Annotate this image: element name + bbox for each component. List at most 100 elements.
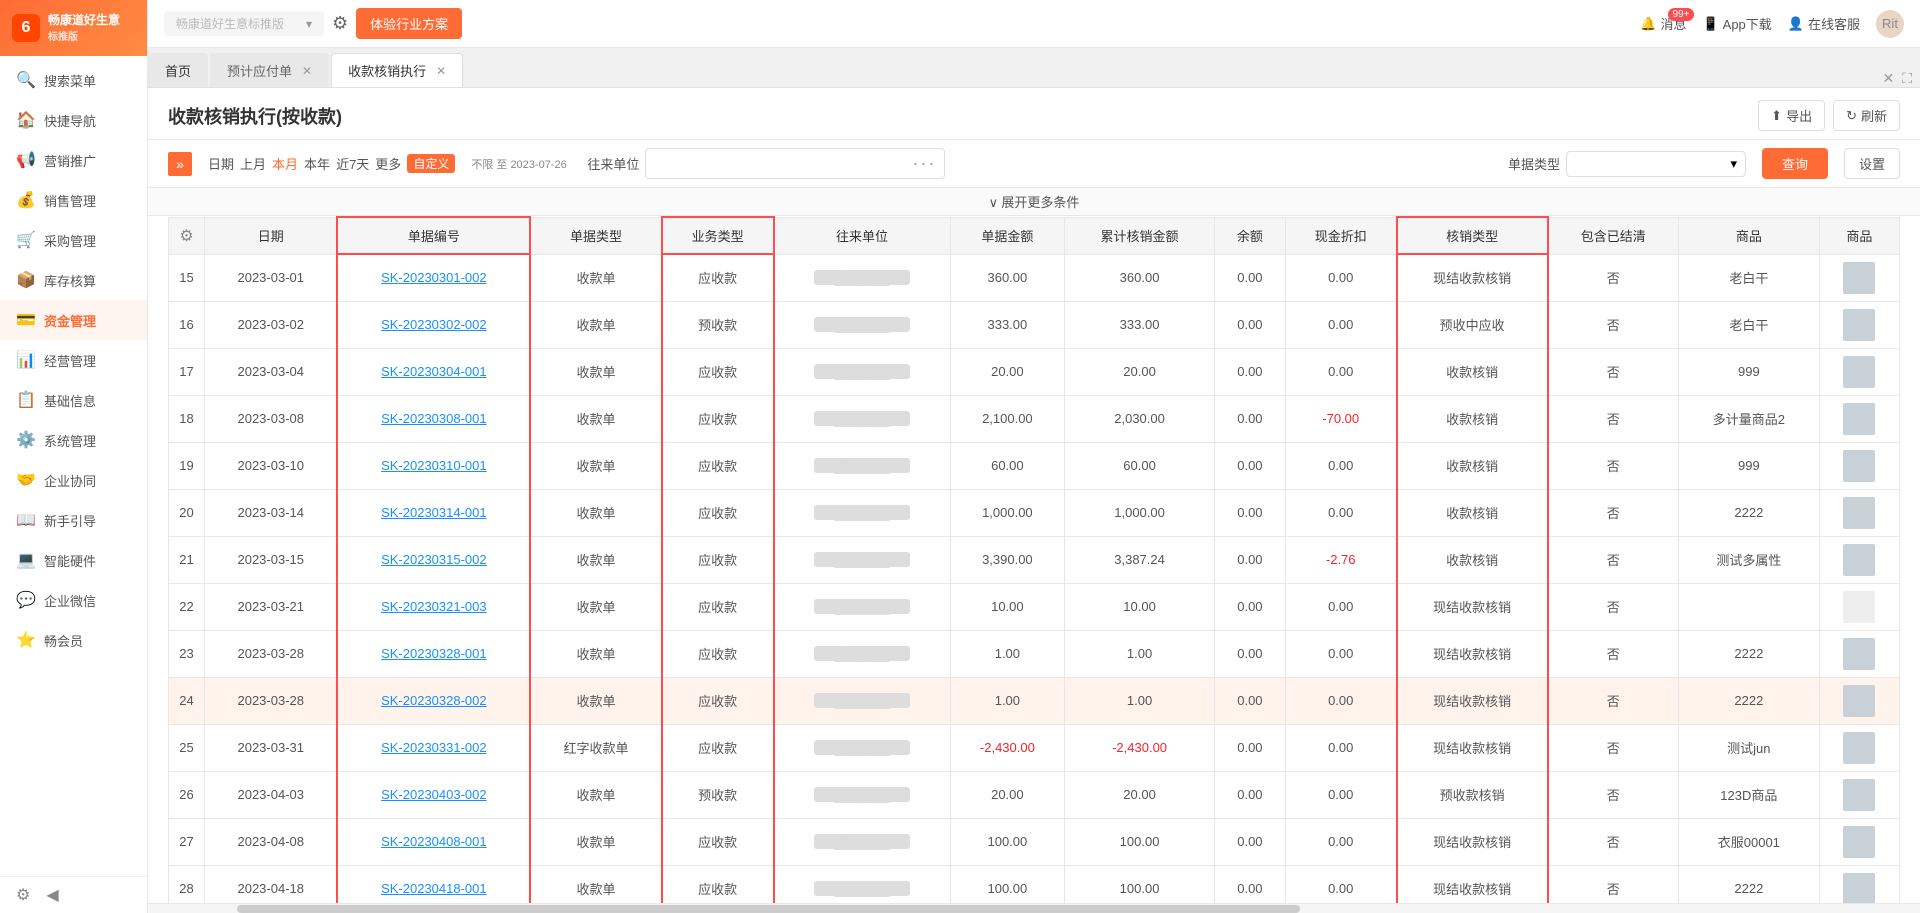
td-product: 老白干	[1678, 301, 1819, 348]
partner-dots-icon[interactable]: ···	[912, 153, 936, 174]
doc-no-link[interactable]: SK-20230328-002	[381, 693, 487, 708]
td-doc-no[interactable]: SK-20230315-002	[337, 536, 530, 583]
tab-yingfu-close-icon[interactable]: ✕	[302, 64, 312, 78]
table-wrap[interactable]: ⚙ 日期 单据编号 单据类型 业务类型 往来单位 单据金额 累计核销金额 余额 …	[148, 216, 1920, 903]
td-doc-no[interactable]: SK-20230331-002	[337, 724, 530, 771]
td-product-img	[1819, 630, 1899, 677]
last7-link[interactable]: 近7天	[336, 154, 369, 173]
td-no: 25	[169, 724, 205, 771]
sidebar-item-marketing[interactable]: 📢 营销推广	[0, 140, 147, 180]
doc-no-link[interactable]: SK-20230310-001	[381, 458, 487, 473]
tab-fullscreen-icon[interactable]: ⛶	[1902, 70, 1912, 87]
td-include-settled: 否	[1548, 630, 1679, 677]
td-doc-no[interactable]: SK-20230418-001	[337, 865, 530, 903]
sidebar-item-inventory[interactable]: 📦 库存核算	[0, 260, 147, 300]
doc-no-link[interactable]: SK-20230331-002	[381, 740, 487, 755]
sidebar-item-system[interactable]: ⚙️ 系统管理	[0, 420, 147, 460]
doc-no-link[interactable]: SK-20230321-003	[381, 599, 487, 614]
td-doc-no[interactable]: SK-20230310-001	[337, 442, 530, 489]
td-balance: 0.00	[1214, 536, 1285, 583]
filter-expand-btn[interactable]: »	[168, 152, 192, 176]
td-doc-type: 收款单	[530, 677, 662, 724]
sidebar-item-purchase[interactable]: 🛒 采购管理	[0, 220, 147, 260]
td-doc-no[interactable]: SK-20230301-002	[337, 254, 530, 301]
expand-label: 展开更多条件	[1001, 195, 1079, 210]
sidebar-item-search[interactable]: 🔍 搜索菜单	[0, 60, 147, 100]
doc-no-link[interactable]: SK-20230304-001	[381, 364, 487, 379]
th-gear[interactable]: ⚙	[169, 217, 205, 254]
td-no: 15	[169, 254, 205, 301]
sidebar-item-sales[interactable]: 💰 销售管理	[0, 180, 147, 220]
doc-no-link[interactable]: SK-20230418-001	[381, 881, 487, 896]
td-doc-no[interactable]: SK-20230302-002	[337, 301, 530, 348]
doc-no-link[interactable]: SK-20230408-001	[381, 834, 487, 849]
th-biz-type: 业务类型	[662, 217, 774, 254]
refresh-btn[interactable]: ↻ 刷新	[1833, 100, 1900, 131]
td-doc-no[interactable]: SK-20230408-001	[337, 818, 530, 865]
app-download-btn[interactable]: 📱 App下载	[1702, 14, 1771, 33]
td-product-img	[1819, 818, 1899, 865]
export-btn[interactable]: ⬆ 导出	[1758, 100, 1825, 131]
partner-input-wrap[interactable]: ···	[645, 148, 945, 179]
td-doc-no[interactable]: SK-20230328-001	[337, 630, 530, 677]
tab-shoukuan[interactable]: 收款核销执行 ✕	[331, 53, 463, 87]
hardware-icon: 💻	[16, 550, 36, 570]
footer-collapse-icon[interactable]: ◀	[46, 885, 58, 905]
sidebar-item-enterprise[interactable]: 🤝 企业协同	[0, 460, 147, 500]
more-link[interactable]: 更多	[375, 154, 401, 173]
this-month-link[interactable]: 本月	[272, 154, 298, 173]
sidebar-item-wechat[interactable]: 💬 企业微信	[0, 580, 147, 620]
custom-btn[interactable]: 自定义	[407, 154, 455, 173]
query-btn[interactable]: 查询	[1762, 148, 1828, 179]
td-amount: 60.00	[950, 442, 1065, 489]
partner-input[interactable]	[654, 156, 912, 171]
app-icon: 📱	[1702, 16, 1718, 32]
sidebar-item-finance[interactable]: 💳 资金管理	[0, 300, 147, 340]
td-doc-no[interactable]: SK-20230403-002	[337, 771, 530, 818]
td-doc-no[interactable]: SK-20230308-001	[337, 395, 530, 442]
th-include-settled: 包含已结清	[1548, 217, 1679, 254]
doc-no-link[interactable]: SK-20230302-002	[381, 317, 487, 332]
solution-btn[interactable]: 体验行业方案	[356, 8, 462, 39]
sidebar-item-basic[interactable]: 📋 基础信息	[0, 380, 147, 420]
notice-btn[interactable]: 🔔 消息 99+	[1640, 14, 1686, 33]
doc-no-link[interactable]: SK-20230328-001	[381, 646, 487, 661]
doc-no-link[interactable]: SK-20230403-002	[381, 787, 487, 802]
service-btn[interactable]: 👤 在线客服	[1788, 14, 1860, 33]
filter-settings-btn[interactable]: 设置	[1844, 148, 1900, 179]
last-month-link[interactable]: 上月	[240, 154, 266, 173]
td-doc-no[interactable]: SK-20230328-002	[337, 677, 530, 724]
td-partner: ██████	[774, 583, 950, 630]
gear-icon[interactable]: ⚙	[179, 228, 193, 245]
sidebar-item-label: 搜索菜单	[44, 71, 96, 90]
sidebar-item-label: 销售管理	[44, 191, 96, 210]
tab-shoukuan-close-icon[interactable]: ✕	[436, 64, 446, 78]
doc-no-link[interactable]: SK-20230301-002	[381, 270, 487, 285]
this-year-link[interactable]: 本年	[304, 154, 330, 173]
scrollbar-area[interactable]	[148, 903, 1920, 913]
td-cum-amount: 1.00	[1065, 677, 1215, 724]
doc-no-link[interactable]: SK-20230314-001	[381, 505, 487, 520]
doctype-select[interactable]: ▾	[1566, 151, 1746, 177]
td-cancel-type: 现结收款核销	[1397, 583, 1548, 630]
sidebar-item-quick[interactable]: 🏠 快捷导航	[0, 100, 147, 140]
brand-selector[interactable]: 畅康道好生意标推版 ▾	[164, 11, 324, 36]
sidebar-item-member[interactable]: ⭐ 畅会员	[0, 620, 147, 660]
td-doc-no[interactable]: SK-20230304-001	[337, 348, 530, 395]
td-balance: 0.00	[1214, 489, 1285, 536]
td-doc-no[interactable]: SK-20230314-001	[337, 489, 530, 536]
expand-more-conditions[interactable]: ∨ 展开更多条件	[148, 188, 1920, 216]
sidebar-item-operation[interactable]: 📊 经营管理	[0, 340, 147, 380]
sidebar-item-guide[interactable]: 📖 新手引导	[0, 500, 147, 540]
user-avatar[interactable]: Rit	[1876, 10, 1904, 38]
tab-close-all-icon[interactable]: ✕	[1882, 70, 1894, 87]
sidebar-item-hardware[interactable]: 💻 智能硬件	[0, 540, 147, 580]
td-doc-type: 收款单	[530, 536, 662, 583]
doc-no-link[interactable]: SK-20230308-001	[381, 411, 487, 426]
topbar-settings-icon[interactable]: ⚙	[332, 13, 348, 34]
doc-no-link[interactable]: SK-20230315-002	[381, 552, 487, 567]
td-doc-no[interactable]: SK-20230321-003	[337, 583, 530, 630]
tab-yingfu[interactable]: 预计应付单 ✕	[210, 53, 329, 87]
footer-settings-icon[interactable]: ⚙	[16, 885, 30, 905]
tab-home[interactable]: 首页	[148, 53, 208, 87]
